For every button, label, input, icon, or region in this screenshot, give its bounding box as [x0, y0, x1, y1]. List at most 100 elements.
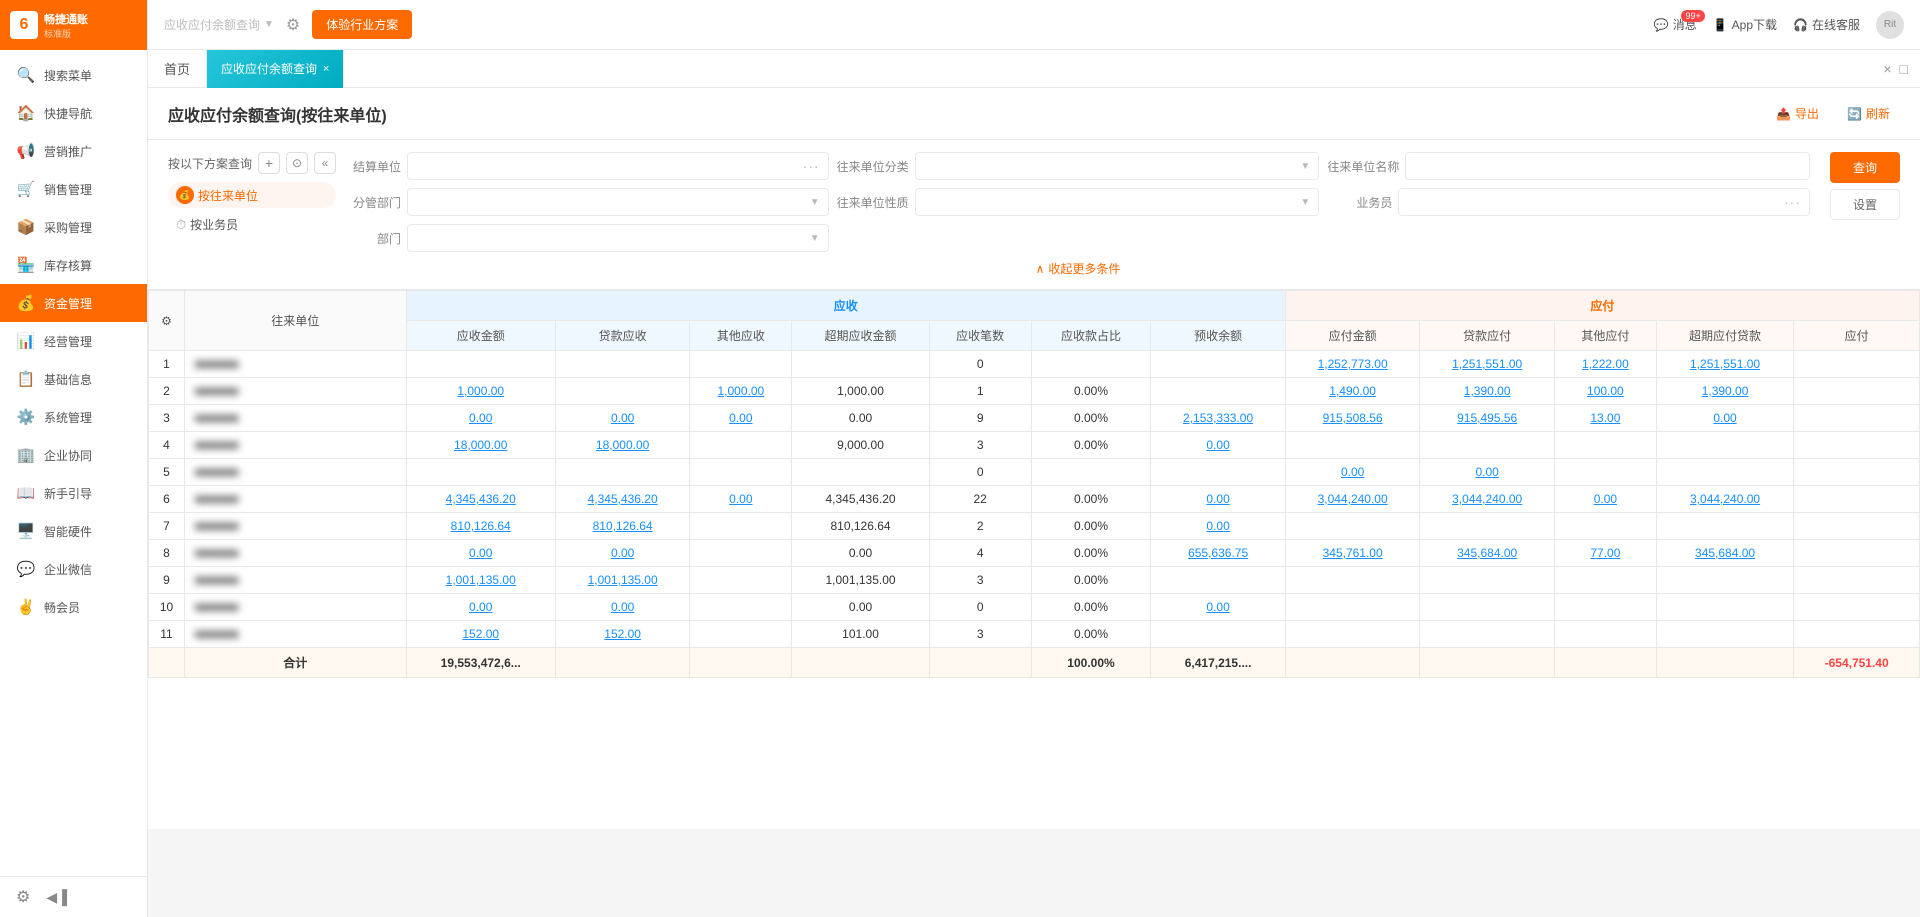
salesperson-input[interactable]: ···: [1398, 188, 1810, 216]
window-max-btn[interactable]: □: [1900, 61, 1908, 77]
add-scheme-btn[interactable]: +: [258, 152, 280, 174]
overdue-pay-cell: 345,684.00: [1656, 540, 1793, 567]
loan-pay-cell: 1,390.00: [1420, 378, 1555, 405]
overdue-pay-cell: [1656, 567, 1793, 594]
sidebar-item-wechat[interactable]: 💬 企业微信: [0, 550, 147, 588]
collapse-btn[interactable]: ∧ 收起更多条件: [1036, 260, 1121, 277]
page-actions: 📤 导出 🔄 刷新: [1766, 100, 1900, 127]
finance-icon: 💰: [16, 294, 36, 312]
sidebar-item-hardware[interactable]: 🖥️ 智能硬件: [0, 512, 147, 550]
overdue-pay-cell: [1656, 432, 1793, 459]
table-row: 7 ■■■■■■ 810,126.64 810,126.64 810,126.6…: [149, 513, 1920, 540]
sidebar-item-sales[interactable]: 🛒 销售管理: [0, 170, 147, 208]
sidebar-item-inventory[interactable]: 🏪 库存核算: [0, 246, 147, 284]
row-number: 6: [149, 486, 185, 513]
overdue-recv-cell: 101.00: [792, 621, 929, 648]
tab-close-icon[interactable]: ×: [323, 63, 329, 75]
salesperson-field: 业务员 ···: [1327, 188, 1810, 216]
system-icon: ⚙️: [16, 408, 36, 426]
subnav-by-salesperson[interactable]: ⏱ 按业务员: [168, 212, 336, 237]
window-close-btn[interactable]: ×: [1883, 61, 1891, 77]
sidebar-item-search[interactable]: 🔍 搜索菜单: [0, 56, 147, 94]
sidebar-settings-icon[interactable]: ⚙: [16, 887, 30, 907]
dept-input[interactable]: ▼: [407, 224, 829, 252]
tab-home[interactable]: 首页: [148, 50, 207, 88]
unit-name-field: 往来单位名称: [1327, 152, 1810, 180]
unit-nature-input[interactable]: ▼: [915, 188, 1320, 216]
row-number: 7: [149, 513, 185, 540]
row-number: 8: [149, 540, 185, 567]
pay-cell: [1794, 621, 1920, 648]
sidebar-item-enterprise[interactable]: 🏢 企业协同: [0, 436, 147, 474]
export-btn[interactable]: 📤 导出: [1766, 100, 1829, 127]
pay-cell: [1794, 486, 1920, 513]
settings-scheme-btn[interactable]: ⊙: [286, 152, 308, 174]
home-icon: 🏠: [16, 104, 36, 122]
recv-count-cell: 4: [929, 540, 1031, 567]
sidebar-item-quicknav[interactable]: 🏠 快捷导航: [0, 94, 147, 132]
loan-recv-cell: 4,345,436.20: [555, 486, 690, 513]
sidebar-item-operations[interactable]: 📊 经营管理: [0, 322, 147, 360]
query-btn[interactable]: 查询: [1830, 152, 1900, 183]
overdue-pay-cell: 0.00: [1656, 405, 1793, 432]
col-overdue-recv: 超期应收金额: [792, 321, 929, 351]
sidebar-collapse-icon[interactable]: ◀▐: [46, 889, 67, 906]
other-recv-cell: 0.00: [690, 486, 792, 513]
row-number: 1: [149, 351, 185, 378]
subnav-by-unit[interactable]: 💰 按往来单位: [168, 182, 336, 208]
sidebar-item-finance[interactable]: 💰 资金管理: [0, 284, 147, 322]
pay-cell: [1794, 594, 1920, 621]
table-row: 2 ■■■■■■ 1,000.00 1,000.00 1,000.00 1 0.…: [149, 378, 1920, 405]
hardware-icon: 🖥️: [16, 522, 36, 540]
sidebar-item-system[interactable]: ⚙️ 系统管理: [0, 398, 147, 436]
pay-cell: [1794, 378, 1920, 405]
unit-category-input[interactable]: ▼: [915, 152, 1320, 180]
trial-btn[interactable]: 体验行业方案: [312, 10, 412, 39]
table-settings-col[interactable]: ⚙: [149, 291, 185, 351]
sidebar-item-purchase[interactable]: 📦 采购管理: [0, 208, 147, 246]
refresh-icon: 🔄: [1847, 107, 1862, 121]
other-recv-cell: [690, 351, 792, 378]
recv-count-cell: 0: [929, 594, 1031, 621]
window-controls: × □: [1871, 61, 1920, 77]
download-icon: 📱: [1713, 18, 1728, 32]
overdue-pay-cell: 1,251,551.00: [1656, 351, 1793, 378]
app-download-btn[interactable]: 📱 App下载: [1713, 16, 1777, 33]
sidebar-item-member[interactable]: ✌️ 畅会员: [0, 588, 147, 626]
recv-ratio-cell: 0.00%: [1031, 567, 1151, 594]
sidebar-item-basic[interactable]: 📋 基础信息: [0, 360, 147, 398]
col-prepay: 预收余额: [1151, 321, 1286, 351]
overdue-pay-cell: [1656, 459, 1793, 486]
prepay-cell: [1151, 567, 1286, 594]
sales-icon: 🛒: [16, 180, 36, 198]
user-menu[interactable]: Rit: [1876, 11, 1904, 39]
dept-head-input[interactable]: ▼: [407, 188, 829, 216]
search-form: 按以下方案查询 + ⊙ « 💰 按往来单位 ⏱ 按业务员: [148, 140, 1920, 290]
payable-cell: 915,508.56: [1285, 405, 1420, 432]
receivable-cell: 0.00: [406, 540, 555, 567]
main-content: 应收应付余额查询(按往来单位) 📤 导出 🔄 刷新 按以下方案查询 + ⊙ «: [148, 88, 1920, 917]
other-pay-cell: [1554, 459, 1656, 486]
salesperson-nav-icon: ⏱: [176, 217, 186, 233]
collapse-scheme-btn[interactable]: «: [314, 152, 336, 174]
row-number: 2: [149, 378, 185, 405]
settlement-unit-input[interactable]: ···: [407, 152, 829, 180]
total-label-empty: [149, 648, 185, 678]
member-icon: ✌️: [16, 598, 36, 616]
tab-active[interactable]: 应收应付余额查询 ×: [207, 50, 344, 88]
sidebar-item-marketing[interactable]: 📢 营销推广: [0, 132, 147, 170]
setting-btn[interactable]: 设置: [1830, 189, 1900, 220]
recv-ratio-cell: 0.00%: [1031, 513, 1151, 540]
overdue-recv-cell: 4,345,436.20: [792, 486, 929, 513]
unit-name-input[interactable]: [1405, 152, 1810, 180]
header-settings-icon[interactable]: ⚙: [286, 15, 300, 35]
sidebar-item-guide[interactable]: 📖 新手引导: [0, 474, 147, 512]
table-settings-icon[interactable]: ⚙: [161, 314, 172, 328]
counterparty-cell: ■■■■■■: [185, 405, 407, 432]
refresh-btn[interactable]: 🔄 刷新: [1837, 100, 1900, 127]
online-service-btn[interactable]: 🎧 在线客服: [1793, 16, 1860, 33]
pay-cell: [1794, 513, 1920, 540]
loan-pay-cell: [1420, 594, 1555, 621]
message-btn[interactable]: 💬 消息 99+: [1654, 16, 1697, 33]
other-pay-cell: [1554, 567, 1656, 594]
